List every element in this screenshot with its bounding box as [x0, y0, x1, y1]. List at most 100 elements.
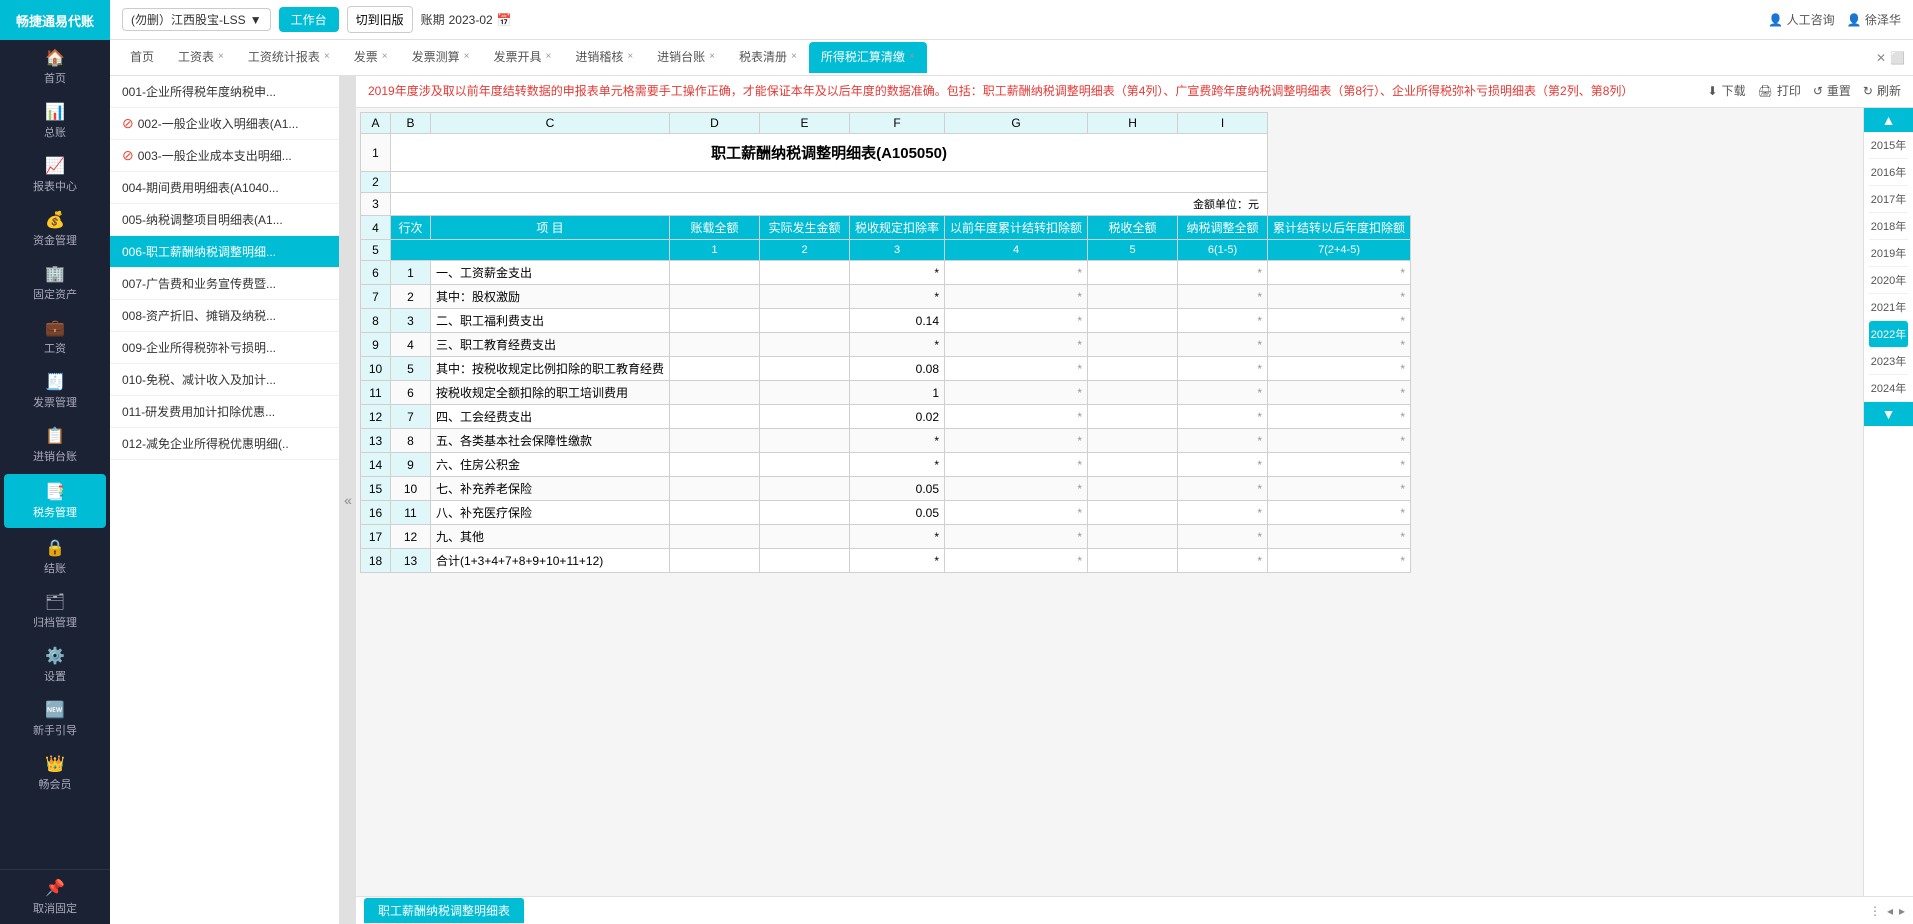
cell-c7[interactable]: *: [1268, 309, 1411, 333]
tab-salary-report[interactable]: 工资统计报表 ×: [236, 42, 342, 73]
user-profile[interactable]: 👤 徐泽华: [1847, 11, 1901, 28]
left-panel-item-008[interactable]: 008-资产折旧、摊销及纳税...: [110, 300, 339, 332]
cell-c6[interactable]: *: [1178, 381, 1268, 405]
table-row[interactable]: 18 13 合计(1+3+4+7+8+9+10+11+12) * * * *: [361, 549, 1411, 573]
year-nav-down[interactable]: ▼: [1864, 402, 1913, 426]
close-all-icon[interactable]: ✕: [1876, 51, 1886, 65]
table-row[interactable]: 10 5 其中：按税收规定比例扣除的职工教育经费 0.08 * * *: [361, 357, 1411, 381]
year-item[interactable]: 2020年: [1869, 267, 1908, 294]
cell-c3[interactable]: *: [850, 285, 945, 309]
cell-c3[interactable]: 0.05: [850, 477, 945, 501]
sheet-main[interactable]: A B C D E F G H I: [356, 108, 1863, 896]
cell-c1[interactable]: [670, 357, 760, 381]
sidebar-item-settings[interactable]: ⚙️ 设置: [0, 638, 110, 692]
download-button[interactable]: ⬇ 下载: [1708, 82, 1746, 99]
cell-c5[interactable]: [1088, 357, 1178, 381]
table-row[interactable]: 14 9 六、住房公积金 * * * *: [361, 453, 1411, 477]
sidebar-item-unpin[interactable]: 📌 取消固定: [0, 870, 110, 924]
cell-c5[interactable]: [1088, 453, 1178, 477]
cell-c6[interactable]: *: [1178, 261, 1268, 285]
cell-c5[interactable]: [1088, 549, 1178, 573]
cell-c1[interactable]: [670, 261, 760, 285]
sheet-scroll-left[interactable]: ◂: [1887, 904, 1893, 918]
cell-c7[interactable]: *: [1268, 453, 1411, 477]
year-item[interactable]: 2019年: [1869, 240, 1908, 267]
calendar-icon[interactable]: 📅: [497, 13, 512, 27]
cell-c7[interactable]: *: [1268, 381, 1411, 405]
sheet-scroll-right[interactable]: ▸: [1899, 904, 1905, 918]
cell-c6[interactable]: *: [1178, 549, 1268, 573]
sidebar-item-assets[interactable]: 🏢 固定资产: [0, 256, 110, 310]
left-panel-item-003[interactable]: ⊘ 003-一般企业成本支出明细...: [110, 140, 339, 172]
cell-c7[interactable]: *: [1268, 477, 1411, 501]
cell-c2[interactable]: [760, 381, 850, 405]
cell-c4[interactable]: *: [945, 333, 1088, 357]
cell-c4[interactable]: *: [945, 501, 1088, 525]
cell-c5[interactable]: [1088, 309, 1178, 333]
cell-c2[interactable]: [760, 549, 850, 573]
year-item[interactable]: 2022年: [1869, 321, 1908, 348]
cell-c3[interactable]: 1: [850, 381, 945, 405]
cell-c4[interactable]: *: [945, 381, 1088, 405]
sidebar-item-general[interactable]: 📊 总账: [0, 94, 110, 148]
cell-c4[interactable]: *: [945, 549, 1088, 573]
sidebar-item-invoice[interactable]: 🧾 发票管理: [0, 364, 110, 418]
table-row[interactable]: 12 7 四、工会经费支出 0.02 * * *: [361, 405, 1411, 429]
cell-c4[interactable]: *: [945, 477, 1088, 501]
cell-c2[interactable]: [760, 453, 850, 477]
cell-c4[interactable]: *: [945, 357, 1088, 381]
company-selector[interactable]: (勿删）江西股宝-LSS ▼: [122, 8, 271, 31]
cell-c5[interactable]: [1088, 501, 1178, 525]
cell-c4[interactable]: *: [945, 405, 1088, 429]
sidebar-item-capital[interactable]: 💰 资金管理: [0, 202, 110, 256]
cell-c5[interactable]: [1088, 477, 1178, 501]
cell-c5[interactable]: [1088, 405, 1178, 429]
cell-c4[interactable]: *: [945, 429, 1088, 453]
refresh-button[interactable]: ↻ 刷新: [1863, 82, 1901, 99]
cell-c3[interactable]: *: [850, 429, 945, 453]
cell-c6[interactable]: *: [1178, 477, 1268, 501]
cell-c4[interactable]: *: [945, 525, 1088, 549]
cell-c7[interactable]: *: [1268, 501, 1411, 525]
table-row[interactable]: 17 12 九、其他 * * * *: [361, 525, 1411, 549]
sheet-menu-icon[interactable]: ⋮: [1869, 904, 1881, 918]
close-tab-income-tax[interactable]: ×: [909, 51, 915, 62]
close-tab-salary-report[interactable]: ×: [324, 51, 330, 62]
cell-c3[interactable]: *: [850, 453, 945, 477]
maximize-icon[interactable]: ⬜: [1890, 51, 1905, 65]
cell-c3[interactable]: *: [850, 261, 945, 285]
table-row[interactable]: 9 4 三、职工教育经费支出 * * * *: [361, 333, 1411, 357]
year-item[interactable]: 2024年: [1869, 375, 1908, 402]
close-tab-tax-book[interactable]: ×: [791, 51, 797, 62]
close-tab-check[interactable]: ×: [627, 51, 633, 62]
cell-c2[interactable]: [760, 357, 850, 381]
cell-c6[interactable]: *: [1178, 285, 1268, 309]
cell-c7[interactable]: *: [1268, 285, 1411, 309]
sidebar-item-tax[interactable]: 📑 税务管理: [4, 474, 106, 528]
cell-c2[interactable]: [760, 261, 850, 285]
sidebar-item-salary[interactable]: 💼 工资: [0, 310, 110, 364]
cell-c7[interactable]: *: [1268, 261, 1411, 285]
cell-c2[interactable]: [760, 525, 850, 549]
cell-c6[interactable]: *: [1178, 501, 1268, 525]
table-row[interactable]: 13 8 五、各类基本社会保障性缴款 * * * *: [361, 429, 1411, 453]
cell-c3[interactable]: 0.02: [850, 405, 945, 429]
cell-c6[interactable]: *: [1178, 429, 1268, 453]
sidebar-item-member[interactable]: 👑 畅会员: [0, 746, 110, 800]
tab-tax-book[interactable]: 税表清册 ×: [727, 42, 809, 73]
table-row[interactable]: 8 3 二、职工福利费支出 0.14 * * *: [361, 309, 1411, 333]
cell-c7[interactable]: *: [1268, 357, 1411, 381]
left-panel-item-001[interactable]: 001-企业所得税年度纳税申...: [110, 76, 339, 108]
year-item[interactable]: 2021年: [1869, 294, 1908, 321]
left-panel-item-006[interactable]: 006-职工薪酬纳税调整明细...: [110, 236, 339, 268]
print-button[interactable]: 🖨 打印: [1758, 82, 1801, 99]
sidebar-item-guide[interactable]: 🆕 新手引导: [0, 692, 110, 746]
table-row[interactable]: 7 2 其中：股权激励 * * * *: [361, 285, 1411, 309]
tab-invoice-open[interactable]: 发票开具 ×: [481, 42, 563, 73]
sidebar-item-home[interactable]: 🏠 首页: [0, 40, 110, 94]
cell-c2[interactable]: [760, 477, 850, 501]
cell-c5[interactable]: [1088, 381, 1178, 405]
left-panel-item-004[interactable]: 004-期间费用明细表(A1040...: [110, 172, 339, 204]
cell-c1[interactable]: [670, 525, 760, 549]
cell-c7[interactable]: *: [1268, 333, 1411, 357]
